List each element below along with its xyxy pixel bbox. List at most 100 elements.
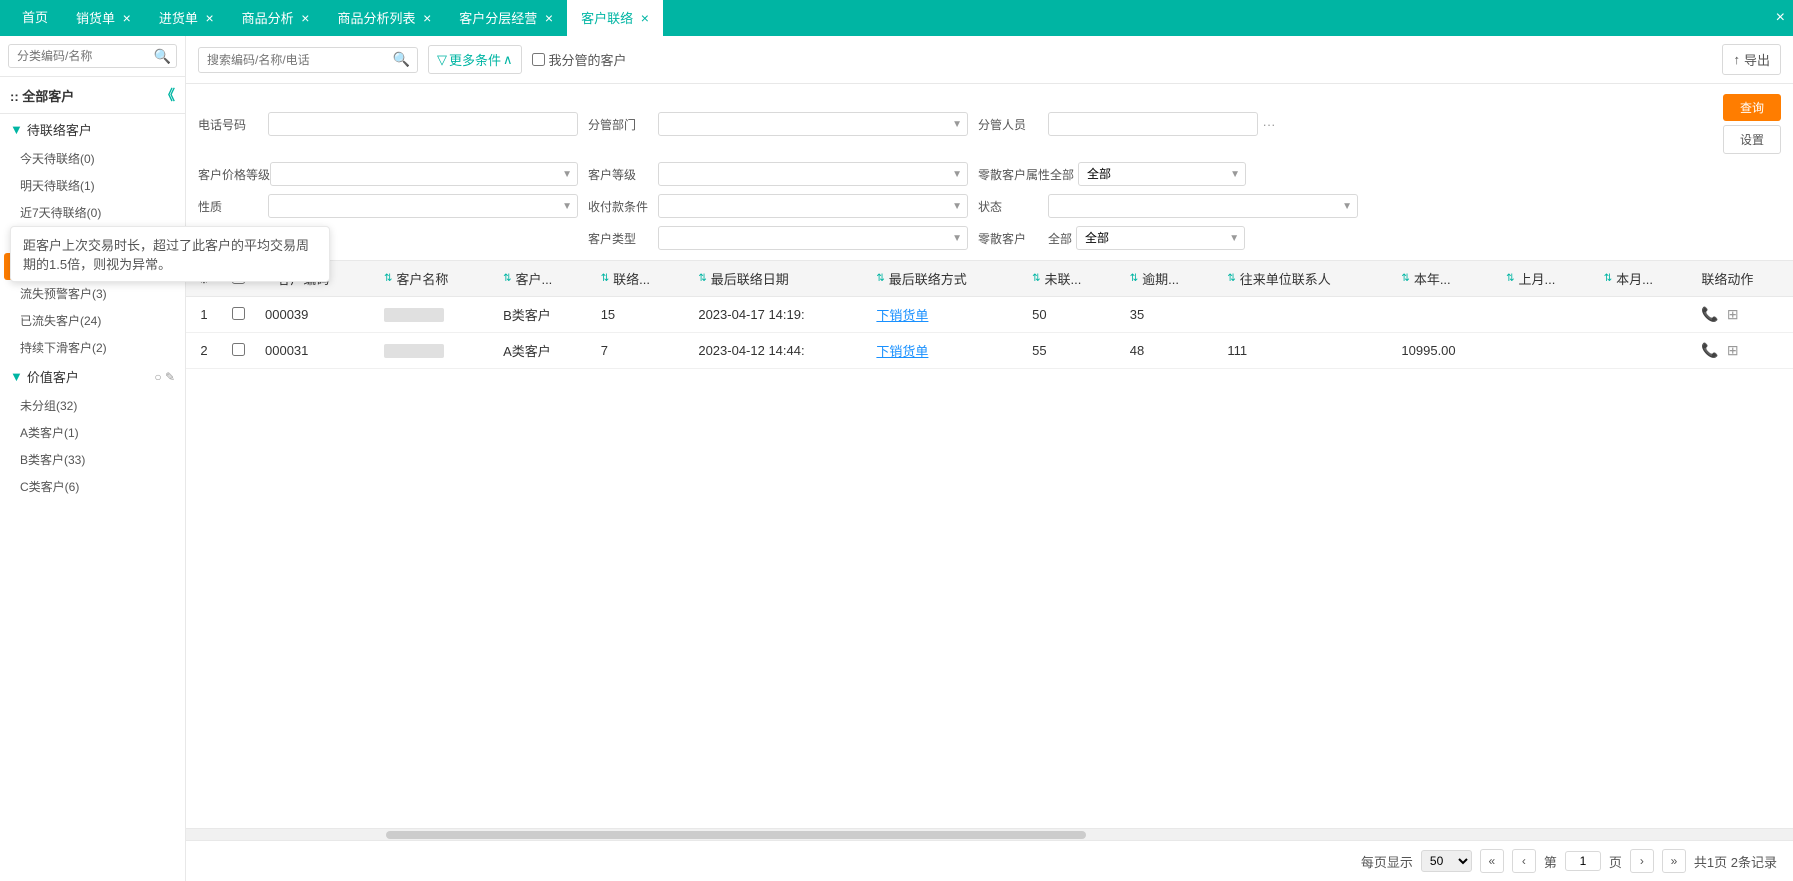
row-checkbox-2[interactable] <box>232 343 245 356</box>
th-no-contact-label[interactable]: 未联... <box>1045 269 1082 288</box>
filter-label-customer-type: 客户类型 <box>588 230 658 247</box>
sidebar-group-pending-label: 待联络客户 <box>27 120 92 139</box>
filter-select-customer-type[interactable] <box>658 226 968 250</box>
th-type-label[interactable]: 客户... <box>515 269 552 288</box>
last-method-link-1[interactable]: 下销货单 <box>876 308 928 323</box>
sidebar-item-today[interactable]: 今天待联络(0) <box>0 145 185 172</box>
th-sort-contact-count: ⇅ 联络... <box>601 269 679 288</box>
sidebar-item-class-a[interactable]: A类客户(1) <box>0 419 185 446</box>
page-input[interactable] <box>1565 851 1601 871</box>
filter-input-manager[interactable] <box>1048 112 1258 136</box>
th-last-method-label[interactable]: 最后联络方式 <box>889 269 967 288</box>
sidebar-item-ungrouped[interactable]: 未分组(32) <box>0 392 185 419</box>
per-page-select[interactable]: 50 100 200 <box>1421 850 1472 872</box>
nav-item-home[interactable]: 首页 <box>8 0 62 36</box>
filter-select-payment-wrap: ▼ <box>658 194 968 218</box>
th-this-year-label[interactable]: 本年... <box>1414 269 1451 288</box>
filter-select-dept[interactable] <box>658 112 968 136</box>
nav-item-customer-tier[interactable]: 客户分层经营 × <box>445 0 567 36</box>
th-sort-overdue: ⇅ 逾期... <box>1130 269 1208 288</box>
tooltip-box: 距客户上次交易时长，超过了此客户的平均交易周期的1.5倍，则视为异常。 <box>10 226 330 282</box>
nav-item-customer-contact[interactable]: 客户联络 × <box>567 0 663 36</box>
nav-item-analysis-list[interactable]: 商品分析列表 × <box>323 0 445 36</box>
sidebar-group-pending[interactable]: ▼ 待联络客户 <box>0 114 185 145</box>
grid-icon-2[interactable]: ⊞ <box>1727 342 1739 359</box>
table-footer: 每页显示 50 100 200 « ‹ 第 页 › » 共1页 2条记录 <box>186 840 1793 881</box>
filter-search-input[interactable] <box>198 47 418 73</box>
th-this-month-label[interactable]: 本月... <box>1616 269 1653 288</box>
phone-icon-2[interactable]: 📞 <box>1701 342 1718 359</box>
cell-last-method-1[interactable]: 下销货单 <box>866 297 1022 333</box>
filter-select-scatter-attr[interactable]: 全部 <box>1078 162 1246 186</box>
th-sort-last-month: ⇅ 上月... <box>1506 269 1584 288</box>
phone-icon-1[interactable]: 📞 <box>1701 306 1718 323</box>
query-button[interactable]: 查询 <box>1723 94 1781 121</box>
nav-item-analysis[interactable]: 商品分析 × <box>228 0 324 36</box>
th-contact-person-label[interactable]: 往来单位联系人 <box>1240 269 1331 288</box>
filter-select-payment[interactable] <box>658 194 968 218</box>
filter-select-scatter-customer[interactable]: 全部 <box>1076 226 1245 250</box>
th-sort-icon-5: ⇅ <box>698 273 706 284</box>
grid-icon-1[interactable]: ⊞ <box>1727 306 1739 323</box>
cell-overdue-1: 35 <box>1120 297 1218 333</box>
set-button[interactable]: 设置 <box>1723 125 1781 154</box>
nav-item-purchase[interactable]: 进货单 × <box>145 0 228 36</box>
sidebar-item-class-c[interactable]: C类客户(6) <box>0 473 185 500</box>
filter-select-scatter-attr-wrap: 全部 ▼ <box>1078 162 1246 186</box>
export-icon: ↑ <box>1733 52 1740 67</box>
th-no-contact: ⇅ 未联... <box>1022 261 1120 297</box>
advanced-filter: 电话号码 分管部门 ▼ 分管人员 ··· <box>186 84 1793 261</box>
edit-icons[interactable]: ○ ✎ <box>154 370 175 384</box>
th-last-month: ⇅ 上月... <box>1496 261 1594 297</box>
th-name-label[interactable]: 客户名称 <box>396 269 448 288</box>
th-last-date: ⇅ 最后联络日期 <box>688 261 866 297</box>
filter-select-customer-level[interactable] <box>658 162 968 186</box>
th-last-date-label[interactable]: 最后联络日期 <box>711 269 789 288</box>
last-page-button[interactable]: » <box>1662 849 1686 873</box>
nav-close-customer-tier[interactable]: × <box>545 10 553 26</box>
my-customer-checkbox[interactable] <box>532 53 545 66</box>
prev-page-button[interactable]: ‹ <box>1512 849 1536 873</box>
cell-last-method-2[interactable]: 下销货单 <box>866 333 1022 369</box>
my-customer-checkbox-wrap[interactable]: 我分管的客户 <box>532 50 627 69</box>
sidebar-collapse-icon[interactable]: 《 <box>161 85 175 105</box>
th-contact-count: ⇅ 联络... <box>591 261 689 297</box>
per-page-label: 每页显示 <box>1361 852 1413 871</box>
filter-select-nature[interactable] <box>268 194 578 218</box>
first-page-button[interactable]: « <box>1480 849 1504 873</box>
th-last-method: ⇅ 最后联络方式 <box>866 261 1022 297</box>
sidebar-item-lost[interactable]: 已流失客户(24) <box>0 307 185 334</box>
nav-close-purchase[interactable]: × <box>205 10 213 26</box>
sidebar-item-at-risk[interactable]: 流失预警客户(3) <box>0 280 185 307</box>
th-last-month-label[interactable]: 上月... <box>1519 269 1556 288</box>
sidebar-search-area: 🔍 <box>0 36 185 77</box>
last-method-link-2[interactable]: 下销货单 <box>876 344 928 359</box>
nav-close-analysis[interactable]: × <box>301 10 309 26</box>
more-conditions-button[interactable]: ▽ 更多条件 ∧ <box>428 45 522 74</box>
sidebar-search-input[interactable] <box>8 44 177 68</box>
filter-select-price-level[interactable] <box>270 162 578 186</box>
nav-item-sales[interactable]: 销货单 × <box>62 0 145 36</box>
nav-close-analysis-list[interactable]: × <box>423 10 431 26</box>
manager-dots-button[interactable]: ··· <box>1262 117 1275 132</box>
sidebar-item-7days[interactable]: 近7天待联络(0) <box>0 199 185 226</box>
next-page-button[interactable]: › <box>1630 849 1654 873</box>
arrow-icon-2: ▼ <box>10 369 23 384</box>
filter-select-status[interactable] <box>1048 194 1358 218</box>
nav-close-sales[interactable]: × <box>123 10 131 26</box>
sidebar-item-tomorrow[interactable]: 明天待联络(1) <box>0 172 185 199</box>
sidebar-item-declining[interactable]: 持续下滑客户(2) <box>0 334 185 361</box>
filter-input-phone[interactable] <box>268 112 578 136</box>
row-checkbox-1[interactable] <box>232 307 245 320</box>
nav-close-customer-contact[interactable]: × <box>641 10 649 26</box>
th-overdue-label[interactable]: 逾期... <box>1142 269 1179 288</box>
horizontal-scrollbar[interactable] <box>186 828 1793 840</box>
sidebar-group-value[interactable]: ▼ 价值客户 ○ ✎ <box>0 361 185 392</box>
page-suffix: 页 <box>1609 852 1622 871</box>
sidebar-item-class-b[interactable]: B类客户(33) <box>0 446 185 473</box>
arrow-icon: ▼ <box>10 122 23 137</box>
horizontal-scroll-thumb[interactable] <box>386 831 1086 839</box>
window-close-button[interactable]: × <box>1776 0 1785 36</box>
export-button[interactable]: ↑ 导出 <box>1722 44 1781 75</box>
th-contact-count-label[interactable]: 联络... <box>613 269 650 288</box>
